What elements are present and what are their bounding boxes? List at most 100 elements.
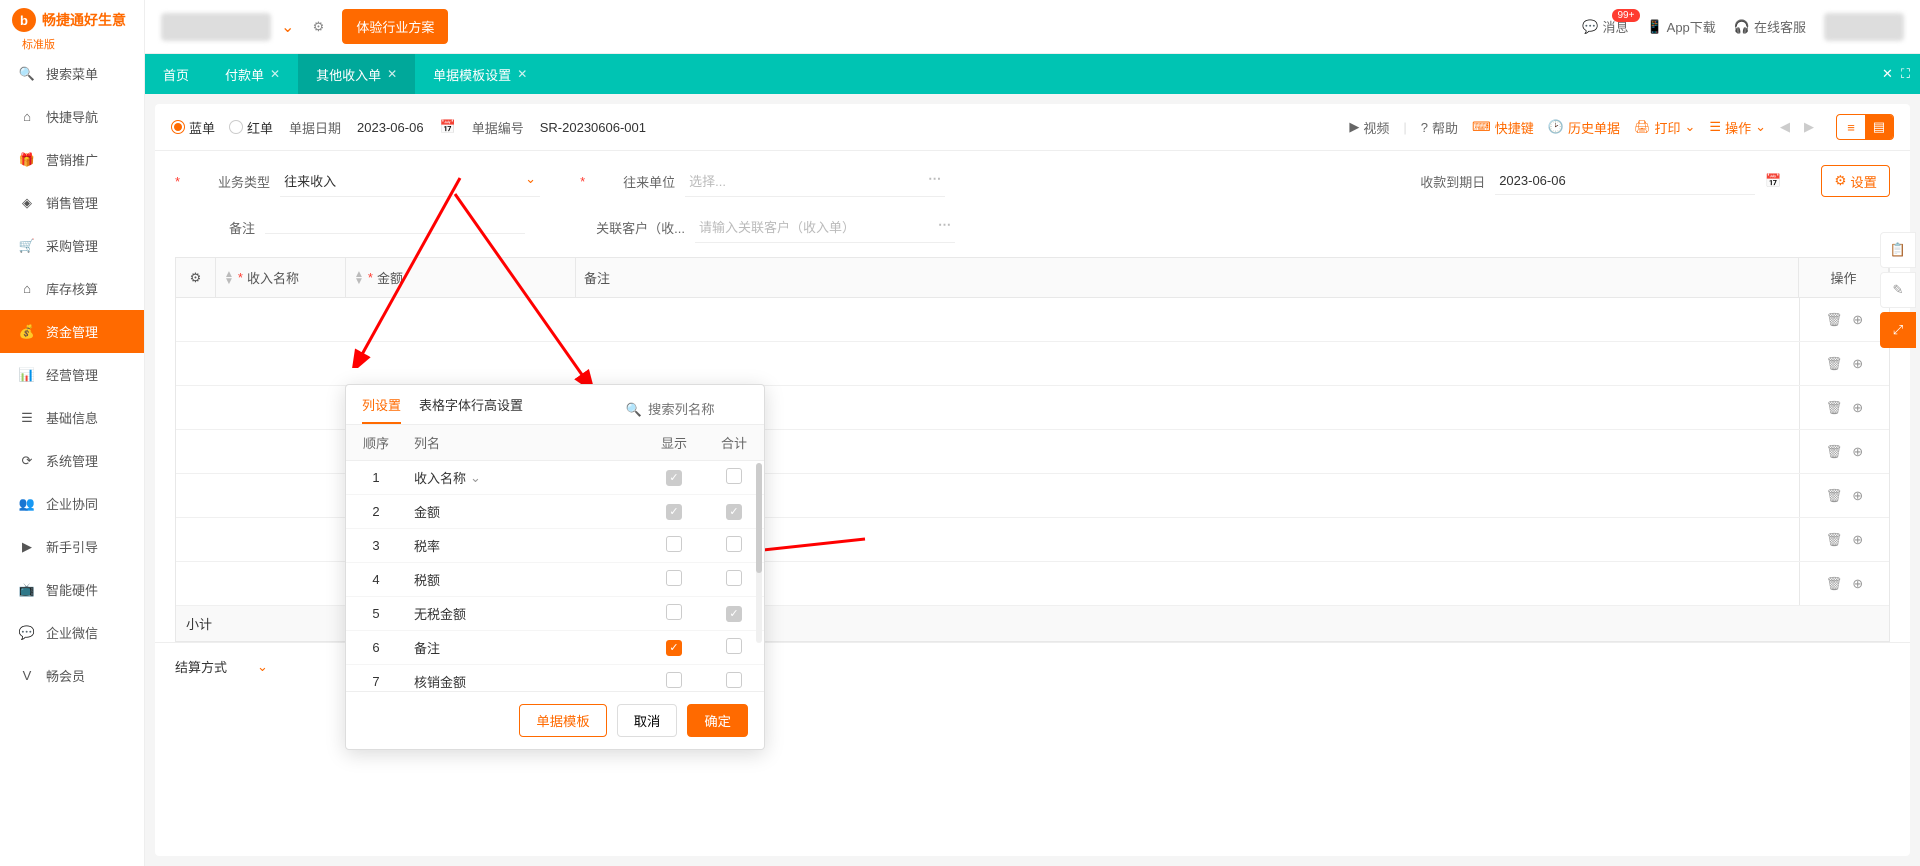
chevron-down-icon[interactable]: ⌄ — [470, 470, 481, 486]
sidebar-item-team[interactable]: 👥 企业协同 — [0, 482, 144, 525]
close-icon[interactable]: ✕ — [387, 67, 397, 81]
scrollbar[interactable] — [756, 463, 762, 643]
tab-close-all-icon[interactable]: ✕ — [1882, 66, 1893, 82]
sidebar-item-home[interactable]: ⌂ 快捷导航 — [0, 95, 144, 138]
due-date-value[interactable]: 2023-06-06 — [1495, 167, 1755, 195]
copy-icon[interactable]: ⊕ — [1852, 400, 1863, 416]
sidebar-item-sale[interactable]: ◈ 销售管理 — [0, 181, 144, 224]
tab-单据模板设置[interactable]: 单据模板设置 ✕ — [415, 54, 545, 94]
copy-icon[interactable]: ⊕ — [1852, 312, 1863, 328]
cancel-button[interactable]: 取消 — [617, 704, 678, 737]
checkbox-icon[interactable] — [726, 570, 742, 586]
confirm-button[interactable]: 确定 — [687, 704, 748, 737]
table-row[interactable]: 🗑 ⊕ — [176, 342, 1889, 386]
delete-icon[interactable]: 🗑 — [1826, 532, 1843, 548]
cta-button[interactable]: 体验行业方案 — [342, 9, 448, 44]
delete-icon[interactable]: 🗑 — [1826, 312, 1843, 328]
video-link[interactable]: ▶视频 — [1349, 118, 1389, 137]
radio-red[interactable]: 红单 — [229, 118, 273, 137]
checkbox-icon[interactable] — [726, 672, 742, 688]
lookup-icon[interactable]: ⋯ — [928, 171, 941, 190]
sidebar-item-wechat[interactable]: 💬 企业微信 — [0, 611, 144, 654]
print-link[interactable]: 🖨打印⌄ — [1634, 118, 1695, 137]
settings-button[interactable]: ⚙ 设置 — [1821, 165, 1890, 197]
fullscreen-icon[interactable]: ⛶ — [1901, 66, 1910, 82]
col-income-name[interactable]: ▲▼ *收入名称 — [216, 258, 346, 297]
view-list-button[interactable]: ≡ — [1837, 115, 1865, 139]
delete-icon[interactable]: 🗑 — [1826, 356, 1843, 372]
chevron-down-icon[interactable]: ⌄ — [281, 17, 294, 37]
copy-icon[interactable]: ⊕ — [1852, 444, 1863, 460]
delete-icon[interactable]: 🗑 — [1826, 400, 1843, 416]
online-service-link[interactable]: 🎧 在线客服 — [1734, 17, 1806, 36]
close-icon[interactable]: ✕ — [517, 67, 527, 81]
copy-icon[interactable]: ⊕ — [1852, 488, 1863, 504]
delete-icon[interactable]: 🗑 — [1826, 576, 1843, 592]
sidebar-item-money[interactable]: 💰 资金管理 — [0, 310, 144, 353]
popup-tab-columns[interactable]: 列设置 — [362, 395, 401, 424]
history-link[interactable]: 🕑历史单据 — [1548, 118, 1620, 137]
sidebar-item-info[interactable]: ☰ 基础信息 — [0, 396, 144, 439]
chevron-down-icon[interactable]: ⌄ — [257, 659, 268, 675]
float-expand-button[interactable]: ⤢ — [1880, 312, 1916, 348]
checkbox-icon[interactable] — [666, 570, 682, 586]
checkbox-icon[interactable]: ✓ — [726, 606, 742, 622]
grid-settings-button[interactable]: ⚙ — [176, 258, 216, 297]
checkbox-icon[interactable]: ✓ — [666, 470, 682, 486]
help-link[interactable]: ?帮助 — [1421, 118, 1458, 137]
checkbox-icon[interactable] — [666, 604, 682, 620]
shortcut-link[interactable]: ⌨快捷键 — [1472, 118, 1534, 137]
app-download-link[interactable]: 📱 App下载 — [1646, 17, 1715, 36]
close-icon[interactable]: ✕ — [270, 67, 280, 81]
gear-icon[interactable]: ⚙ — [304, 13, 332, 41]
tab-首页[interactable]: 首页 — [145, 54, 207, 94]
checkbox-icon[interactable] — [666, 536, 682, 552]
lookup-icon[interactable]: ⋯ — [938, 217, 951, 236]
popup-tab-font[interactable]: 表格字体行高设置 — [419, 395, 523, 424]
partner-input[interactable]: 选择... ⋯ — [685, 165, 945, 197]
col-amount[interactable]: ▲▼ *金额 — [346, 258, 576, 297]
tab-其他收入单[interactable]: 其他收入单 ✕ — [298, 54, 415, 94]
doc-date-value[interactable]: 2023-06-06 — [357, 120, 424, 135]
checkbox-icon[interactable] — [666, 672, 682, 688]
nav-next-icon[interactable]: ▶ — [1804, 119, 1814, 135]
remark-input[interactable] — [265, 221, 525, 234]
checkbox-icon[interactable] — [726, 468, 742, 484]
sidebar-item-gift[interactable]: 🎁 营销推广 — [0, 138, 144, 181]
float-edit-button[interactable]: ✎ — [1880, 272, 1916, 308]
org-selector-blurred[interactable] — [161, 13, 271, 41]
calendar-icon[interactable]: 📅 — [440, 119, 456, 135]
operate-link[interactable]: ☰操作⌄ — [1709, 118, 1766, 137]
copy-icon[interactable]: ⊕ — [1852, 576, 1863, 592]
sidebar-item-vip[interactable]: V 畅会员 — [0, 654, 144, 697]
sidebar-item-search[interactable]: 🔍 搜索菜单 — [0, 52, 144, 95]
delete-icon[interactable]: 🗑 — [1826, 444, 1843, 460]
copy-icon[interactable]: ⊕ — [1852, 356, 1863, 372]
sidebar-item-hw[interactable]: 📺 智能硬件 — [0, 568, 144, 611]
checkbox-icon[interactable] — [726, 536, 742, 552]
tab-付款单[interactable]: 付款单 ✕ — [207, 54, 298, 94]
template-button[interactable]: 单据模板 — [519, 704, 606, 737]
radio-blue[interactable]: 蓝单 — [171, 118, 215, 137]
biz-type-select[interactable]: 往来收入 ⌄ — [280, 165, 540, 197]
user-avatar-blurred[interactable] — [1824, 13, 1904, 41]
table-row[interactable]: 🗑 ⊕ — [176, 298, 1889, 342]
view-detail-button[interactable]: ▤ — [1865, 115, 1893, 139]
checkbox-icon[interactable]: ✓ — [666, 504, 682, 520]
checkbox-icon[interactable]: ✓ — [666, 640, 682, 656]
copy-icon[interactable]: ⊕ — [1852, 532, 1863, 548]
sidebar-item-guide[interactable]: ▶ 新手引导 — [0, 525, 144, 568]
popup-search-input[interactable] — [648, 402, 748, 417]
delete-icon[interactable]: 🗑 — [1826, 488, 1843, 504]
sidebar-item-stock[interactable]: ⌂ 库存核算 — [0, 267, 144, 310]
calendar-icon[interactable]: 📅 — [1765, 173, 1781, 189]
rel-customer-input[interactable]: 请输入关联客户（收入单） ⋯ — [695, 211, 955, 243]
float-note-button[interactable]: 📋 — [1880, 232, 1916, 268]
checkbox-icon[interactable] — [726, 638, 742, 654]
sidebar-item-system[interactable]: ⟳ 系统管理 — [0, 439, 144, 482]
sidebar-item-cart[interactable]: 🛒 采购管理 — [0, 224, 144, 267]
messages-link[interactable]: 💬 消息 99+ — [1582, 17, 1628, 36]
nav-prev-icon[interactable]: ◀ — [1780, 119, 1790, 135]
sidebar-item-biz[interactable]: 📊 经营管理 — [0, 353, 144, 396]
checkbox-icon[interactable]: ✓ — [726, 504, 742, 520]
